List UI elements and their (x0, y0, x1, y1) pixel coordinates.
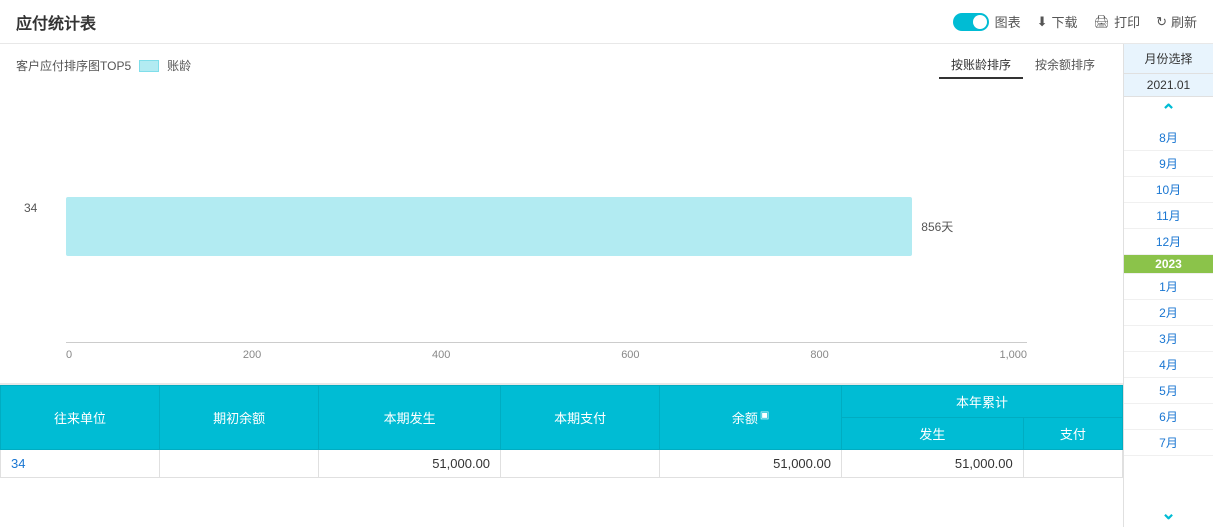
refresh-icon: ↻ (1156, 14, 1167, 30)
th-ytd: 本年累计 (841, 386, 1122, 418)
unit-link[interactable]: 34 (11, 456, 25, 471)
x-tick-200: 200 (243, 349, 261, 361)
td-ytd-occur: 51,000.00 (841, 450, 1023, 478)
th-current-pay: 本期支付 (501, 386, 660, 450)
sidebar-month-5[interactable]: 5月 (1124, 378, 1213, 404)
td-ytd-pay (1023, 450, 1122, 478)
header-actions: 图表 ⬇ 下载 🖨 打印 ↻ 刷新 (953, 12, 1197, 31)
td-opening (160, 450, 319, 478)
main-content: 客户应付排序图TOP5 账龄 按账龄排序 按余额排序 34 (0, 44, 1213, 527)
download-icon: ⬇ (1037, 14, 1048, 30)
th-ytd-occur: 发生 (841, 418, 1023, 450)
td-current-occur: 51,000.00 (319, 450, 501, 478)
chart-legend: 客户应付排序图TOP5 账龄 (16, 57, 191, 74)
td-current-pay (501, 450, 660, 478)
table-row: 34 51,000.00 51,000.00 51,000.00 (1, 450, 1123, 478)
th-current-occur: 本期发生 (319, 386, 501, 450)
sidebar-month-8[interactable]: 8月 (1124, 125, 1213, 151)
bar-chart-wrap: 34 856天 0 200 400 6 (0, 83, 1123, 383)
data-table: 往来单位 期初余额 本期发生 本期支付 余额▣ 本年累计 发生 支付 (0, 385, 1123, 478)
sort-tabs: 按账龄排序 按余额排序 (939, 52, 1107, 79)
x-axis-line (66, 342, 1027, 343)
bar-y-label: 34 (24, 201, 37, 215)
right-sidebar: 月份选择 2021.01 ⌃ 8月 9月 10月 11月 12月 2023 1月… (1123, 44, 1213, 527)
sidebar-header: 月份选择 (1124, 44, 1213, 74)
bar-fill (66, 197, 912, 255)
chart-toggle-label: 图表 (995, 12, 1021, 31)
print-button[interactable]: 🖨 打印 (1094, 12, 1141, 31)
sidebar-month-2[interactable]: 2月 (1124, 300, 1213, 326)
sidebar-month-6[interactable]: 6月 (1124, 404, 1213, 430)
refresh-button[interactable]: ↻ 刷新 (1156, 12, 1197, 31)
down-arrow-icon[interactable]: ⌄ (1159, 503, 1179, 523)
bar-chart: 34 856天 0 200 400 6 (16, 91, 1107, 383)
sidebar-month-4[interactable]: 4月 (1124, 352, 1213, 378)
x-tick-1000: 1,000 (999, 349, 1027, 361)
td-balance: 51,000.00 (660, 450, 842, 478)
x-tick-400: 400 (432, 349, 450, 361)
sidebar-month-10[interactable]: 10月 (1124, 177, 1213, 203)
th-unit: 往来单位 (1, 386, 160, 450)
up-arrow-icon[interactable]: ⌃ (1159, 101, 1179, 121)
legend-box (139, 60, 159, 72)
x-tick-600: 600 (621, 349, 639, 361)
chart-table-area: 客户应付排序图TOP5 账龄 按账龄排序 按余额排序 34 (0, 44, 1123, 527)
sidebar-month-9[interactable]: 9月 (1124, 151, 1213, 177)
chart-controls: 客户应付排序图TOP5 账龄 按账龄排序 按余额排序 (0, 44, 1123, 83)
legend-box-label: 账龄 (167, 57, 191, 74)
app-header: 应付统计表 图表 ⬇ 下载 🖨 打印 ↻ 刷新 (0, 0, 1213, 44)
sidebar-month-1[interactable]: 1月 (1124, 274, 1213, 300)
sort-tab-balance[interactable]: 按余额排序 (1023, 52, 1107, 79)
chart-toggle-wrap: 图表 (953, 12, 1021, 31)
sidebar-months: 8月 9月 10月 11月 12月 2023 1月 2月 3月 4月 5月 6月… (1124, 125, 1213, 499)
sidebar-down-button[interactable]: ⌄ (1124, 499, 1213, 527)
print-icon: 🖨 (1094, 14, 1111, 30)
th-opening: 期初余额 (160, 386, 319, 450)
x-tick-800: 800 (810, 349, 828, 361)
page-title: 应付统计表 (16, 10, 96, 34)
sidebar-month-3[interactable]: 3月 (1124, 326, 1213, 352)
sidebar-month-7[interactable]: 7月 (1124, 430, 1213, 456)
x-tick-0: 0 (66, 349, 72, 361)
chart-toggle[interactable] (953, 13, 989, 31)
legend-label: 客户应付排序图TOP5 (16, 57, 131, 74)
x-axis-ticks: 0 200 400 600 800 1,000 (66, 349, 1027, 361)
sidebar-month-11[interactable]: 11月 (1124, 203, 1213, 229)
sidebar-month-12[interactable]: 12月 (1124, 229, 1213, 255)
download-button[interactable]: ⬇ 下载 (1037, 12, 1078, 31)
td-unit: 34 (1, 450, 160, 478)
sort-tab-aging[interactable]: 按账龄排序 (939, 52, 1023, 79)
sidebar-up-button[interactable]: ⌃ (1124, 97, 1213, 125)
bar-end-label: 856天 (921, 197, 953, 255)
sidebar-year-2023: 2023 (1124, 255, 1213, 274)
table-wrap: 往来单位 期初余额 本期发生 本期支付 余额▣ 本年累计 发生 支付 (0, 383, 1123, 478)
th-ytd-pay: 支付 (1023, 418, 1122, 450)
th-balance: 余额▣ (660, 386, 842, 450)
sidebar-date: 2021.01 (1124, 74, 1213, 97)
